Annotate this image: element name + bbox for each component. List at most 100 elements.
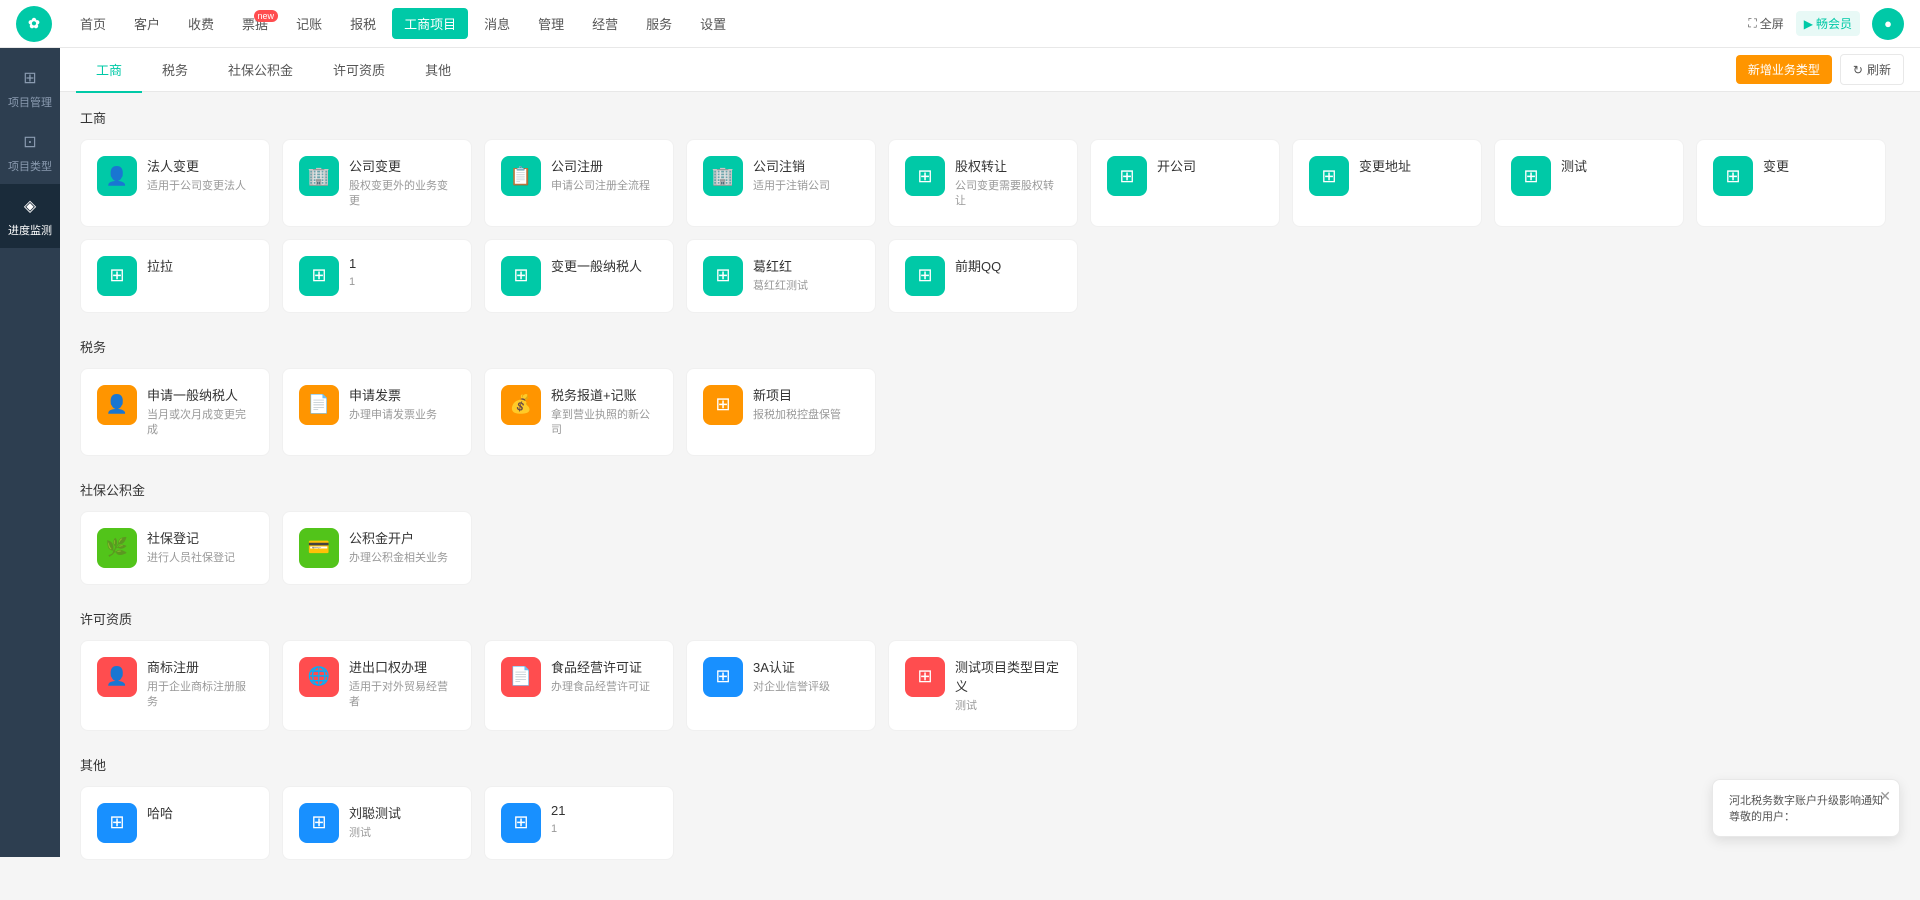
- nav-right: ⛶ 全屏 ▶ 畅会员 ●: [1748, 8, 1904, 40]
- tab-gongshang[interactable]: 工商: [76, 48, 142, 93]
- shebao-cards: 🌿 社保登记 进行人员社保登记 💳 公积金开户 办理公积金相关业务: [80, 511, 1900, 585]
- tab-bar-actions: 新增业务类型 ↻ 刷新: [1736, 54, 1904, 85]
- card-icon-jinchuku: 🌐: [299, 657, 339, 697]
- tab-xuke[interactable]: 许可资质: [313, 48, 405, 93]
- avatar-icon: ●: [1884, 16, 1892, 31]
- card-icon-biangeng: ⊞: [1713, 156, 1753, 196]
- card-biangeng-dizhi[interactable]: ⊞ 变更地址: [1292, 139, 1482, 227]
- card-gongjijin-kaihu[interactable]: 💳 公积金开户 办理公积金相关业务: [282, 511, 472, 585]
- tab-bar: 工商 税务 社保公积金 许可资质 其他 新增业务类型 ↻ 刷新: [60, 48, 1920, 92]
- card-icon-gehonghong: ⊞: [703, 256, 743, 296]
- card-icon-one: ⊞: [299, 256, 339, 296]
- card-xin-xiangmu[interactable]: ⊞ 新项目 报税加税控盘保管: [686, 368, 876, 456]
- card-kai-gongsi[interactable]: ⊞ 开公司: [1090, 139, 1280, 227]
- tab-shebao[interactable]: 社保公积金: [208, 48, 313, 93]
- card-icon-haha: ⊞: [97, 803, 137, 843]
- card-icon-gongsi-biangeng: 🏢: [299, 156, 339, 196]
- card-liucong-ceshi[interactable]: ⊞ 刘聪测试 测试: [282, 786, 472, 860]
- nav-items: 首页 客户 收费 票据 new 记账 报税 工商项目 消息 管理 经营 服务 设…: [68, 8, 1748, 39]
- nav-ticket[interactable]: 票据 new: [230, 8, 280, 39]
- sidebar-item-progress-monitor[interactable]: ◈ 进度监测: [0, 184, 60, 248]
- card-ceshi[interactable]: ⊞ 测试: [1494, 139, 1684, 227]
- nav-fee[interactable]: 收费: [176, 8, 226, 39]
- card-icon-3a: ⊞: [703, 657, 743, 697]
- card-21[interactable]: ⊞ 21 1: [484, 786, 674, 860]
- card-3a-renzheng[interactable]: ⊞ 3A认证 对企业信誉评级: [686, 640, 876, 731]
- card-icon-biangeng-dizhi: ⊞: [1309, 156, 1349, 196]
- notification-text: 河北税务数字账户升级影响通知尊敬的用户：: [1729, 792, 1883, 824]
- xuke-cards: 👤 商标注册 用于企业商标注册服务 🌐 进出口权办理 适用于对外贸易经营者 📄 …: [80, 640, 1900, 731]
- card-icon-guquan: ⊞: [905, 156, 945, 196]
- card-shenqing-nashui[interactable]: 👤 申请一般纳税人 当月或次月成变更完成: [80, 368, 270, 456]
- card-icon-shebao-dengji: 🌿: [97, 528, 137, 568]
- nav-client[interactable]: 客户: [122, 8, 172, 39]
- card-icon-gongsi-zhuxiao: 🏢: [703, 156, 743, 196]
- nav-manage[interactable]: 管理: [526, 8, 576, 39]
- top-nav: ✿ 首页 客户 收费 票据 new 记账 报税 工商项目 消息 管理 经营 服务…: [0, 0, 1920, 48]
- logo[interactable]: ✿: [16, 6, 52, 42]
- card-icon-kai-gongsi: ⊞: [1107, 156, 1147, 196]
- section-title-qita: 其他: [80, 755, 1900, 774]
- fullscreen-button[interactable]: ⛶ 全屏: [1748, 15, 1783, 32]
- card-gongsi-zhuce[interactable]: 📋 公司注册 申请公司注册全流程: [484, 139, 674, 227]
- card-icon-shenqing-nashui: 👤: [97, 385, 137, 425]
- nav-tax[interactable]: 报税: [338, 8, 388, 39]
- card-icon-shangbiao: 👤: [97, 657, 137, 697]
- section-title-gongshang: 工商: [80, 108, 1900, 127]
- card-jinchuku[interactable]: 🌐 进出口权办理 适用于对外贸易经营者: [282, 640, 472, 731]
- card-ceshi-leixing[interactable]: ⊞ 测试项目类型目定义 测试: [888, 640, 1078, 731]
- card-shipin-xuke[interactable]: 📄 食品经营许可证 办理食品经营许可证: [484, 640, 674, 731]
- card-shebao-dengji[interactable]: 🌿 社保登记 进行人员社保登记: [80, 511, 270, 585]
- card-icon-fazren: 👤: [97, 156, 137, 196]
- card-guquan-zhuanrang[interactable]: ⊞ 股权转让 公司变更需要股权转让: [888, 139, 1078, 227]
- card-lala[interactable]: ⊞ 拉拉: [80, 239, 270, 313]
- card-icon-ceshi-leixing: ⊞: [905, 657, 945, 697]
- card-icon-shuiwu-baodao: 💰: [501, 385, 541, 425]
- card-icon-lala: ⊞: [97, 256, 137, 296]
- project-manage-icon: ⊞: [18, 66, 42, 90]
- sidebar: ⊞ 项目管理 ⊡ 项目类型 ◈ 进度监测: [0, 48, 60, 857]
- card-biangeng-nashui[interactable]: ⊞ 变更一般纳税人: [484, 239, 674, 313]
- nav-settings[interactable]: 设置: [688, 8, 738, 39]
- user-avatar[interactable]: ●: [1872, 8, 1904, 40]
- refresh-icon: ↻: [1853, 63, 1863, 77]
- card-icon-biangeng-nashui: ⊞: [501, 256, 541, 296]
- notification-panel: ✕ 河北税务数字账户升级影响通知尊敬的用户：: [1712, 779, 1900, 837]
- card-gehonghong[interactable]: ⊞ 葛红红 葛红红测试: [686, 239, 876, 313]
- card-icon-xin-xiangmu: ⊞: [703, 385, 743, 425]
- member-button[interactable]: ▶ 畅会员: [1796, 11, 1860, 36]
- card-haha[interactable]: ⊞ 哈哈: [80, 786, 270, 860]
- card-icon-gongjijin: 💳: [299, 528, 339, 568]
- section-title-xuke: 许可资质: [80, 609, 1900, 628]
- notification-close-button[interactable]: ✕: [1879, 788, 1891, 805]
- card-shangbiao-zhuce[interactable]: 👤 商标注册 用于企业商标注册服务: [80, 640, 270, 731]
- refresh-button[interactable]: ↻ 刷新: [1840, 54, 1904, 85]
- nav-home[interactable]: 首页: [68, 8, 118, 39]
- card-one[interactable]: ⊞ 1 1: [282, 239, 472, 313]
- main-content: 工商 税务 社保公积金 许可资质 其他 新增业务类型 ↻ 刷新 工商 👤 法人变…: [60, 48, 1920, 900]
- sidebar-item-project-type[interactable]: ⊡ 项目类型: [0, 120, 60, 184]
- card-icon-gongsi-zhuce: 📋: [501, 156, 541, 196]
- nav-industry[interactable]: 工商项目: [392, 8, 468, 39]
- nav-service[interactable]: 服务: [634, 8, 684, 39]
- tab-qita[interactable]: 其他: [405, 48, 471, 93]
- card-gongsi-biangeng[interactable]: 🏢 公司变更 股权变更外的业务变更: [282, 139, 472, 227]
- card-shenqing-fapiao[interactable]: 📄 申请发票 办理申请发票业务: [282, 368, 472, 456]
- gongshang-cards: 👤 法人变更 适用于公司变更法人 🏢 公司变更 股权变更外的业务变更 📋 公司注…: [80, 139, 1900, 313]
- nav-message[interactable]: 消息: [472, 8, 522, 39]
- section-title-shuiwu: 税务: [80, 337, 1900, 356]
- card-gongsi-zhuxiao[interactable]: 🏢 公司注销 适用于注销公司: [686, 139, 876, 227]
- card-biangeng[interactable]: ⊞ 变更: [1696, 139, 1886, 227]
- sidebar-item-project-manage[interactable]: ⊞ 项目管理: [0, 56, 60, 120]
- card-fazhen-biangeng[interactable]: 👤 法人变更 适用于公司变更法人: [80, 139, 270, 227]
- card-qianqi-qq[interactable]: ⊞ 前期QQ: [888, 239, 1078, 313]
- new-type-button[interactable]: 新增业务类型: [1736, 55, 1832, 84]
- shuiwu-cards: 👤 申请一般纳税人 当月或次月成变更完成 📄 申请发票 办理申请发票业务 💰 税…: [80, 368, 1900, 456]
- nav-operation[interactable]: 经营: [580, 8, 630, 39]
- qita-cards: ⊞ 哈哈 ⊞ 刘聪测试 测试 ⊞ 21 1: [80, 786, 1900, 860]
- section-title-shebao: 社保公积金: [80, 480, 1900, 499]
- card-shuiwu-baodao[interactable]: 💰 税务报道+记账 拿到营业执照的新公司: [484, 368, 674, 456]
- card-icon-shenqing-fapiao: 📄: [299, 385, 339, 425]
- tab-shuiwu[interactable]: 税务: [142, 48, 208, 93]
- nav-bookkeeping[interactable]: 记账: [284, 8, 334, 39]
